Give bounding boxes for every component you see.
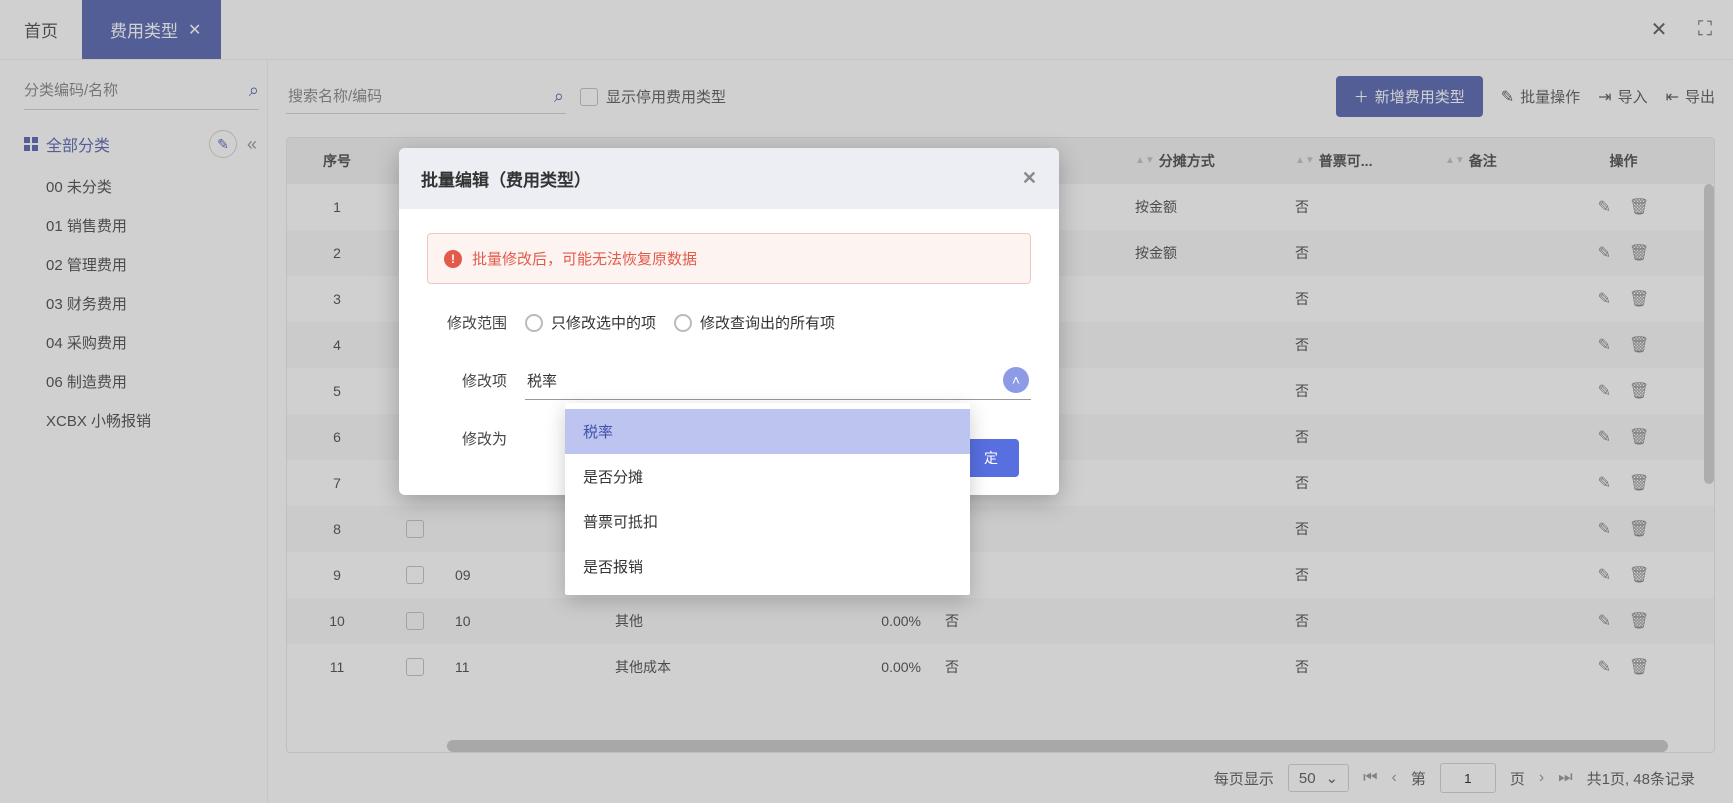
close-icon[interactable]: ✕ bbox=[1022, 168, 1037, 189]
radio-icon bbox=[525, 314, 543, 332]
dropdown-item[interactable]: 是否报销 bbox=[565, 544, 970, 589]
dropdown-item[interactable]: 普票可抵扣 bbox=[565, 499, 970, 544]
field-select-value: 税率 bbox=[527, 370, 1003, 391]
warning-icon: ! bbox=[444, 250, 462, 268]
chevron-up-icon[interactable]: ˄ bbox=[1003, 367, 1029, 393]
field-dropdown: 税率是否分摊普票可抵扣是否报销 bbox=[565, 403, 970, 595]
value-label: 修改为 bbox=[427, 428, 507, 449]
scope-row: 修改范围 只修改选中的项 修改查询出的所有项 bbox=[427, 312, 1031, 333]
scope-opt1-label: 只修改选中的项 bbox=[551, 312, 656, 333]
field-row: 修改项 税率 ˄ bbox=[427, 361, 1031, 400]
scope-label: 修改范围 bbox=[427, 312, 507, 333]
scope-opt2-label: 修改查询出的所有项 bbox=[700, 312, 835, 333]
field-select[interactable]: 税率 ˄ bbox=[525, 361, 1031, 400]
modal-title: 批量编辑（费用类型） bbox=[421, 166, 591, 191]
field-label: 修改项 bbox=[427, 370, 507, 391]
warning-text: 批量修改后，可能无法恢复原数据 bbox=[472, 248, 697, 269]
scope-selected-radio[interactable]: 只修改选中的项 bbox=[525, 312, 656, 333]
confirm-button[interactable]: 定 bbox=[963, 439, 1019, 477]
warning-box: ! 批量修改后，可能无法恢复原数据 bbox=[427, 233, 1031, 284]
dropdown-item[interactable]: 是否分摊 bbox=[565, 454, 970, 499]
scope-all-radio[interactable]: 修改查询出的所有项 bbox=[674, 312, 835, 333]
radio-icon bbox=[674, 314, 692, 332]
modal-header: 批量编辑（费用类型） ✕ bbox=[399, 148, 1059, 209]
dropdown-item[interactable]: 税率 bbox=[565, 409, 970, 454]
